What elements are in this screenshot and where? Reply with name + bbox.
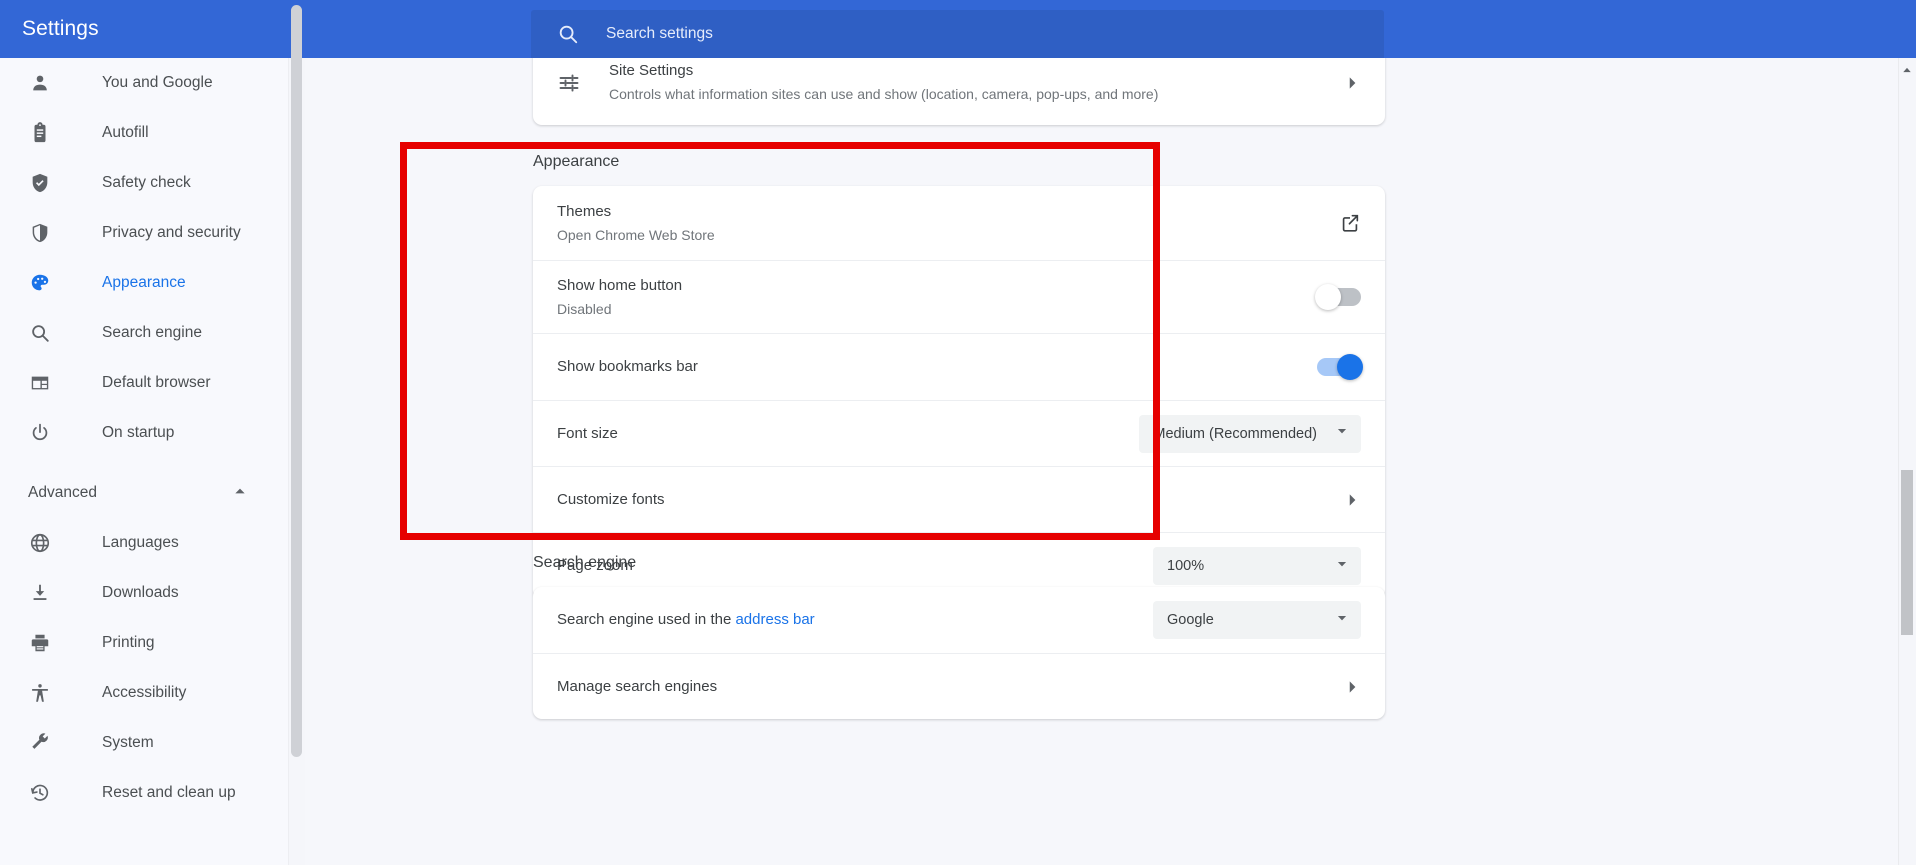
search-engine-value: Google [1167, 612, 1214, 628]
sidebar-item-you-and-google[interactable]: You and Google [0, 58, 288, 108]
sliders-icon [557, 71, 581, 95]
themes-title: Themes [557, 202, 612, 220]
site-settings-title: Site Settings [609, 62, 694, 79]
sidebar-item-label: You and Google [102, 74, 213, 91]
sidebar-item-label: Privacy and security [102, 224, 241, 241]
search-engine-address-bar-row[interactable]: Search engine used in the address bar Go… [533, 587, 1385, 653]
sidebar-item-label: On startup [102, 424, 175, 441]
page-scrollbar-thumb[interactable] [1901, 470, 1913, 635]
themes-subtitle: Open Chrome Web Store [557, 226, 715, 243]
person-icon [28, 71, 52, 95]
site-settings-row[interactable]: Site Settings Controls what information … [533, 58, 1385, 125]
manage-search-engines-row[interactable]: Manage search engines [533, 653, 1385, 719]
magnifier-icon [28, 321, 52, 345]
sidebar-item-autofill[interactable]: Autofill [0, 108, 288, 158]
search-engine-address-bar-title: Search engine used in the address bar [557, 609, 815, 631]
sidebar-item-label: Autofill [102, 124, 149, 141]
site-settings-card: Site Settings Controls what information … [533, 58, 1385, 125]
shield-icon [28, 221, 52, 245]
accessibility-icon [28, 681, 52, 705]
sidebar-item-label: Reset and clean up [102, 784, 236, 801]
sidebar-item-label: System [102, 734, 154, 751]
sidebar-item-label: Accessibility [102, 684, 187, 701]
sidebar-item-privacy-and-security[interactable]: Privacy and security [0, 208, 288, 258]
palette-icon [28, 271, 52, 295]
font-size-select[interactable]: Medium (Recommended) [1139, 414, 1361, 453]
search-engine-section-heading: Search engine [533, 554, 637, 571]
address-bar-link[interactable]: address bar [735, 611, 814, 628]
page-scrollbar-track[interactable] [1898, 58, 1916, 865]
history-restore-icon [28, 781, 52, 805]
show-bookmarks-bar-row[interactable]: Show bookmarks bar [533, 333, 1385, 400]
sidebar-item-system[interactable]: System [0, 718, 288, 768]
sidebar-item-on-startup[interactable]: On startup [0, 408, 288, 458]
clipboard-icon [28, 121, 52, 145]
sidebar-scrollbar-thumb[interactable] [291, 5, 302, 757]
search-engine-select[interactable]: Google [1153, 601, 1361, 639]
appearance-card: Themes Open Chrome Web Store Show home b… [533, 186, 1385, 599]
download-icon [28, 581, 52, 605]
search-engine-address-bar-text: Search engine used in the [557, 611, 736, 628]
sidebar-item-accessibility[interactable]: Accessibility [0, 668, 288, 718]
printer-icon [28, 631, 52, 655]
sidebar-item-default-browser[interactable]: Default browser [0, 358, 288, 408]
chevron-right-icon [1343, 678, 1361, 696]
chevron-down-icon [1317, 557, 1349, 576]
sidebar-item-label: Default browser [102, 374, 211, 391]
themes-row[interactable]: Themes Open Chrome Web Store [533, 186, 1385, 260]
settings-main-content: Site Settings Controls what information … [305, 58, 1898, 865]
shield-check-icon [28, 171, 52, 195]
scroll-up-arrow-icon[interactable] [1901, 62, 1913, 73]
sidebar-item-reset-and-clean-up[interactable]: Reset and clean up [0, 768, 288, 818]
power-icon [28, 421, 52, 445]
search-input[interactable] [606, 25, 1286, 43]
sidebar-item-label: Downloads [102, 584, 179, 601]
show-home-button-title: Show home button [557, 276, 683, 294]
search-engine-card: Search engine used in the address bar Go… [533, 587, 1385, 719]
toggle-knob [1337, 354, 1363, 380]
site-settings-subtitle: Controls what information sites can use … [609, 86, 1159, 102]
show-bookmarks-bar-toggle[interactable] [1317, 354, 1363, 380]
show-home-button-toggle[interactable] [1315, 284, 1361, 310]
chevron-right-icon [1343, 491, 1361, 509]
font-size-value: Medium (Recommended) [1153, 425, 1317, 442]
external-link-icon[interactable] [1339, 212, 1361, 234]
customize-fonts-title: Customize fonts [557, 490, 665, 508]
show-bookmarks-bar-title: Show bookmarks bar [557, 358, 698, 375]
sidebar-item-downloads[interactable]: Downloads [0, 568, 288, 618]
sidebar-item-label: Printing [102, 634, 155, 651]
appearance-section-heading: Appearance [533, 153, 620, 170]
show-home-button-row[interactable]: Show home button Disabled [533, 260, 1385, 333]
page-title: Settings [22, 17, 99, 40]
browser-window-icon [28, 371, 52, 395]
chevron-up-icon [232, 483, 248, 504]
wrench-icon [28, 731, 52, 755]
sidebar-item-label: Safety check [102, 174, 191, 191]
sidebar-item-appearance[interactable]: Appearance [0, 258, 288, 308]
sidebar-advanced-label: Advanced [28, 484, 97, 501]
settings-sidebar: You and Google Autofill Safety check Pri… [0, 58, 288, 865]
sidebar-item-label: Appearance [102, 274, 186, 291]
chevron-right-icon [1343, 74, 1361, 92]
sidebar-item-label: Languages [102, 534, 179, 551]
show-home-button-state: Disabled [557, 300, 612, 317]
page-zoom-value: 100% [1167, 558, 1205, 574]
sidebar-item-languages[interactable]: Languages [0, 518, 288, 568]
manage-search-engines-title: Manage search engines [557, 677, 718, 695]
toggle-knob [1315, 284, 1341, 310]
search-icon [557, 23, 579, 45]
font-size-title: Font size [557, 424, 618, 442]
page-zoom-select[interactable]: 100% [1153, 547, 1361, 585]
sidebar-item-label: Search engine [102, 324, 202, 341]
globe-icon [28, 531, 52, 555]
search-settings-field[interactable] [531, 10, 1384, 58]
chevron-down-icon [1317, 424, 1349, 443]
sidebar-item-safety-check[interactable]: Safety check [0, 158, 288, 208]
sidebar-advanced-toggle[interactable]: Advanced [0, 468, 288, 518]
chevron-down-icon [1317, 611, 1349, 630]
font-size-row[interactable]: Font size Medium (Recommended) [533, 400, 1385, 466]
sidebar-item-printing[interactable]: Printing [0, 618, 288, 668]
sidebar-item-search-engine[interactable]: Search engine [0, 308, 288, 358]
customize-fonts-row[interactable]: Customize fonts [533, 466, 1385, 532]
